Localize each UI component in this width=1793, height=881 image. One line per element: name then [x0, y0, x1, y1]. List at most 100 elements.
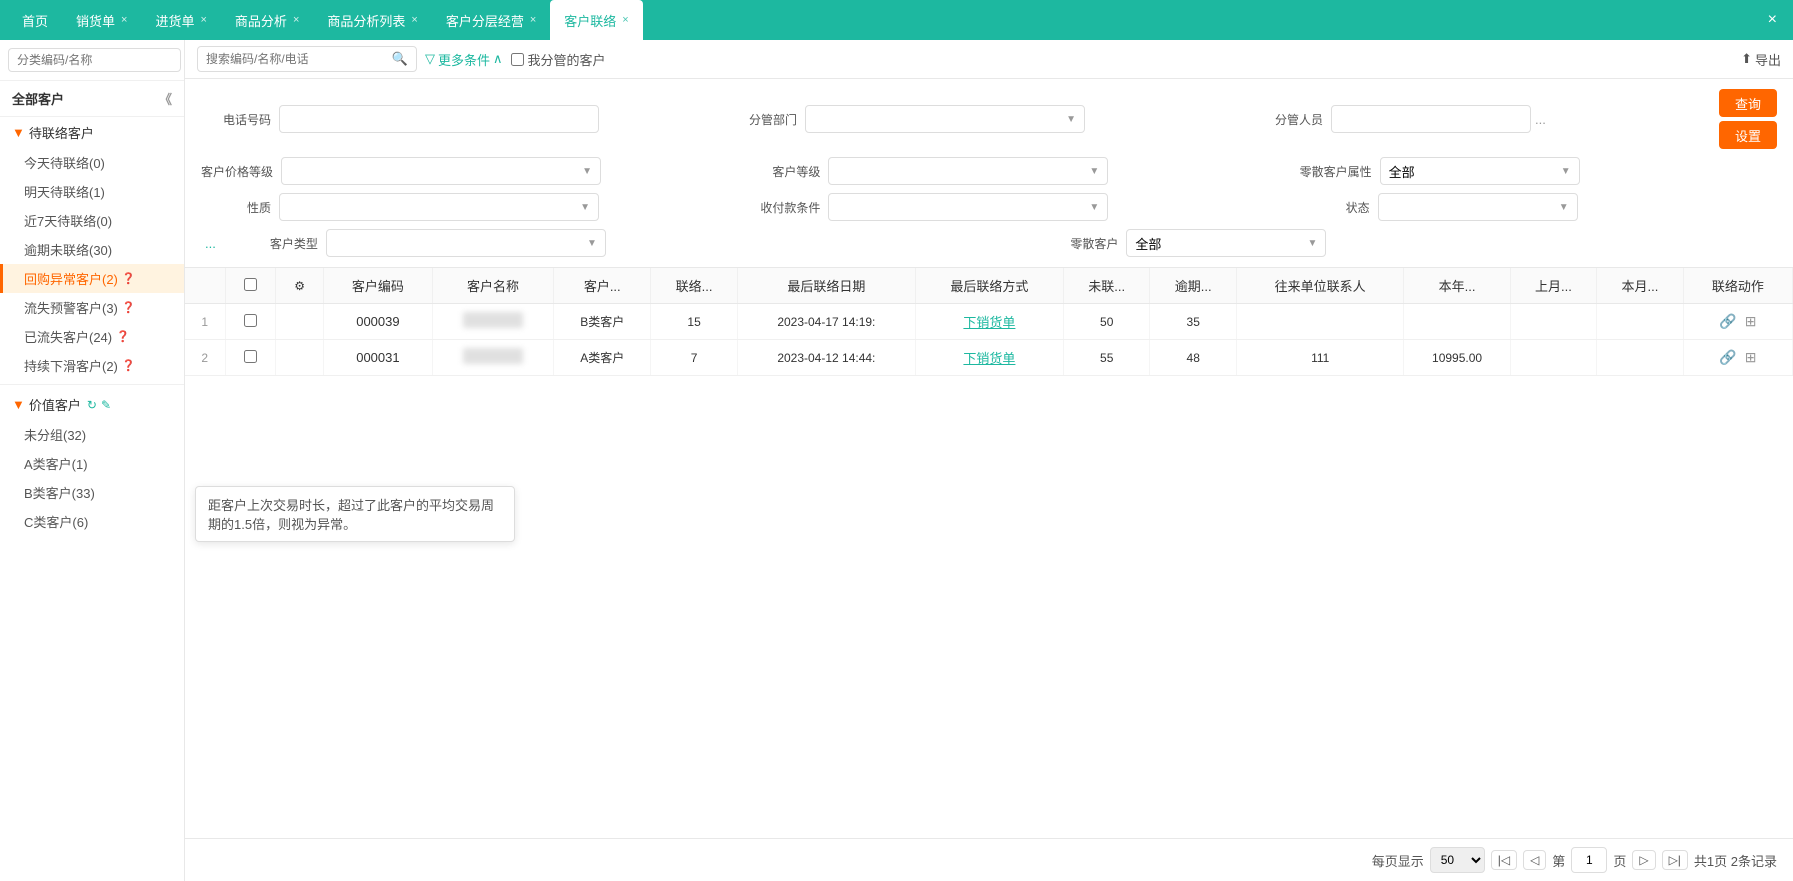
row1-checkbox[interactable]	[225, 304, 276, 340]
dept-field: 分管部门 ▼	[727, 105, 1181, 133]
row2-grid-icon[interactable]: ⊞	[1745, 349, 1757, 366]
value-customers-edit-icon[interactable]: ✎	[101, 398, 111, 412]
row2-last-method[interactable]: 下销货单	[915, 340, 1063, 376]
top-navigation: 首页 销货单 × 进货单 × 商品分析 × 商品分析列表 × 客户分层经营 × …	[0, 0, 1793, 40]
sidebar-c-class[interactable]: C类客户(6)	[0, 507, 184, 536]
row1-select-checkbox[interactable]	[244, 314, 257, 327]
status-field: 状态 ▼	[1300, 193, 1777, 221]
sidebar-repeat-abnormal[interactable]: 回购异常客户(2) ❓	[0, 264, 184, 293]
sidebar-overdue-pending[interactable]: 逾期未联络(30)	[0, 235, 184, 264]
page-number-input[interactable]	[1571, 847, 1607, 873]
person-input[interactable]	[1331, 105, 1531, 133]
dept-select[interactable]: ▼	[805, 105, 1085, 133]
nav-product-analysis[interactable]: 商品分析 ×	[221, 0, 313, 40]
nav-purchase[interactable]: 进货单 ×	[141, 0, 220, 40]
row2-link-icon[interactable]: 🔗	[1719, 349, 1736, 366]
nav-sales[interactable]: 销货单 ×	[62, 0, 141, 40]
row2-name	[433, 340, 554, 376]
close-product-analysis-tab[interactable]: ×	[293, 14, 299, 26]
sidebar-7days-pending[interactable]: 近7天待联络(0)	[0, 206, 184, 235]
per-page-select[interactable]: 50 100 200	[1430, 847, 1485, 873]
nav-customer-contact[interactable]: 客户联络 ×	[550, 0, 642, 40]
row1-grid-icon[interactable]: ⊞	[1745, 313, 1757, 330]
row1-code: 000039	[323, 304, 432, 340]
row1-last-method[interactable]: 下销货单	[915, 304, 1063, 340]
retail-customer-select[interactable]: 全部 ▼	[1126, 229, 1326, 257]
sidebar-collapse-icon[interactable]: 《	[159, 89, 172, 108]
nav-product-analysis-list[interactable]: 商品分析列表 ×	[313, 0, 431, 40]
nav-home[interactable]: 首页	[8, 0, 62, 40]
toolbar-search-icon[interactable]: 🔍	[392, 51, 408, 67]
last-page-button[interactable]: ▷|	[1662, 850, 1688, 870]
row2-last-month	[1510, 340, 1596, 376]
row2-last-method-link[interactable]: 下销货单	[963, 351, 1015, 366]
sidebar-search-input[interactable]	[8, 48, 181, 72]
row2-grade: A类客户	[554, 340, 651, 376]
dept-label: 分管部门	[727, 111, 797, 128]
col-this-year: 本年...	[1404, 268, 1510, 304]
export-icon: ⬆	[1741, 51, 1752, 67]
page-prefix-label: 第	[1552, 851, 1565, 870]
price-grade-select[interactable]: ▼	[281, 157, 601, 185]
payment-field: 收付款条件 ▼	[750, 193, 1227, 221]
col-action: 联络动作	[1683, 268, 1792, 304]
row1-contact: 15	[651, 304, 737, 340]
customer-grade-select[interactable]: ▼	[828, 157, 1108, 185]
row2-action-icons: 🔗 ⊞	[1694, 349, 1782, 366]
sidebar-divider	[0, 384, 184, 385]
col-settings[interactable]: ⚙	[276, 268, 324, 304]
person-field: 分管人员 ...	[1253, 105, 1707, 133]
value-customers-section[interactable]: ▼ 价值客户 ↻ ✎	[0, 389, 184, 420]
pagination-bar: 每页显示 50 100 200 |◁ ◁ 第 页 ▷ ▷| 共1页 2条记录	[185, 838, 1793, 881]
retail-attr-select[interactable]: 全部 ▼	[1380, 157, 1580, 185]
customer-type-select[interactable]: ▼	[326, 229, 606, 257]
sidebar-continuous-down[interactable]: 持续下滑客户(2) ❓	[0, 351, 184, 380]
value-customers-refresh-icon[interactable]: ↻	[87, 398, 97, 412]
sidebar-b-class[interactable]: B类客户(33)	[0, 478, 184, 507]
row2-select-checkbox[interactable]	[244, 350, 257, 363]
close-customer-contact-tab[interactable]: ×	[622, 14, 628, 26]
my-customer-checkbox-area: 我分管的客户	[511, 50, 606, 69]
nav-customer-tier[interactable]: 客户分层经营 ×	[432, 0, 550, 40]
data-table-area[interactable]: ⚙ 客户编码 客户名称 客户... 联络...	[185, 268, 1793, 838]
payment-select[interactable]: ▼	[828, 193, 1108, 221]
row2-unit-contact: 111	[1236, 340, 1404, 376]
close-product-analysis-list-tab[interactable]: ×	[411, 14, 417, 26]
more-filter-button[interactable]: ▽ 更多条件 ∧	[425, 50, 503, 69]
window-close-button[interactable]: ×	[1760, 11, 1785, 29]
retail-attr-select-arrow: ▼	[1561, 166, 1571, 177]
query-button[interactable]: 查询	[1719, 89, 1777, 117]
sidebar-today-pending[interactable]: 今天待联络(0)	[0, 148, 184, 177]
my-customer-checkbox[interactable]	[511, 53, 524, 66]
status-select[interactable]: ▼	[1378, 193, 1578, 221]
first-page-button[interactable]: |◁	[1491, 850, 1517, 870]
price-grade-field: 客户价格等级 ▼	[201, 157, 678, 185]
sidebar-already-lost[interactable]: 已流失客户(24) ❓	[0, 322, 184, 351]
next-page-button[interactable]: ▷	[1632, 850, 1655, 870]
sidebar-a-class[interactable]: A类客户(1)	[0, 449, 184, 478]
close-sales-tab[interactable]: ×	[121, 14, 127, 26]
total-records-label: 共1页 2条记录	[1694, 851, 1777, 870]
col-num	[185, 268, 225, 304]
setting-button[interactable]: 设置	[1719, 121, 1777, 149]
toolbar-search-input[interactable]	[206, 52, 392, 66]
gender-select[interactable]: ▼	[279, 193, 599, 221]
row4-dots[interactable]: ...	[201, 236, 220, 251]
export-button[interactable]: ⬆ 导出	[1741, 50, 1781, 69]
sidebar-lost-predicted[interactable]: 流失预警客户(3) ❓	[0, 293, 184, 322]
sidebar-unclassified[interactable]: 未分组(32)	[0, 420, 184, 449]
filter-buttons: 查询 设置	[1719, 89, 1777, 149]
sidebar-tomorrow-pending[interactable]: 明天待联络(1)	[0, 177, 184, 206]
close-customer-tier-tab[interactable]: ×	[530, 14, 536, 26]
select-all-checkbox[interactable]	[244, 278, 257, 291]
row2-checkbox[interactable]	[225, 340, 276, 376]
row1-last-method-link[interactable]: 下销货单	[963, 315, 1015, 330]
prev-page-button[interactable]: ◁	[1523, 850, 1546, 870]
close-purchase-tab[interactable]: ×	[200, 14, 206, 26]
row1-link-icon[interactable]: 🔗	[1719, 313, 1736, 330]
col-last-date: 最后联络日期	[737, 268, 915, 304]
pending-contact-section[interactable]: ▼ 待联络客户	[0, 117, 184, 148]
toolbar-search-box: 🔍	[197, 46, 417, 72]
person-dots[interactable]: ...	[1531, 112, 1550, 127]
phone-input[interactable]	[279, 105, 599, 133]
